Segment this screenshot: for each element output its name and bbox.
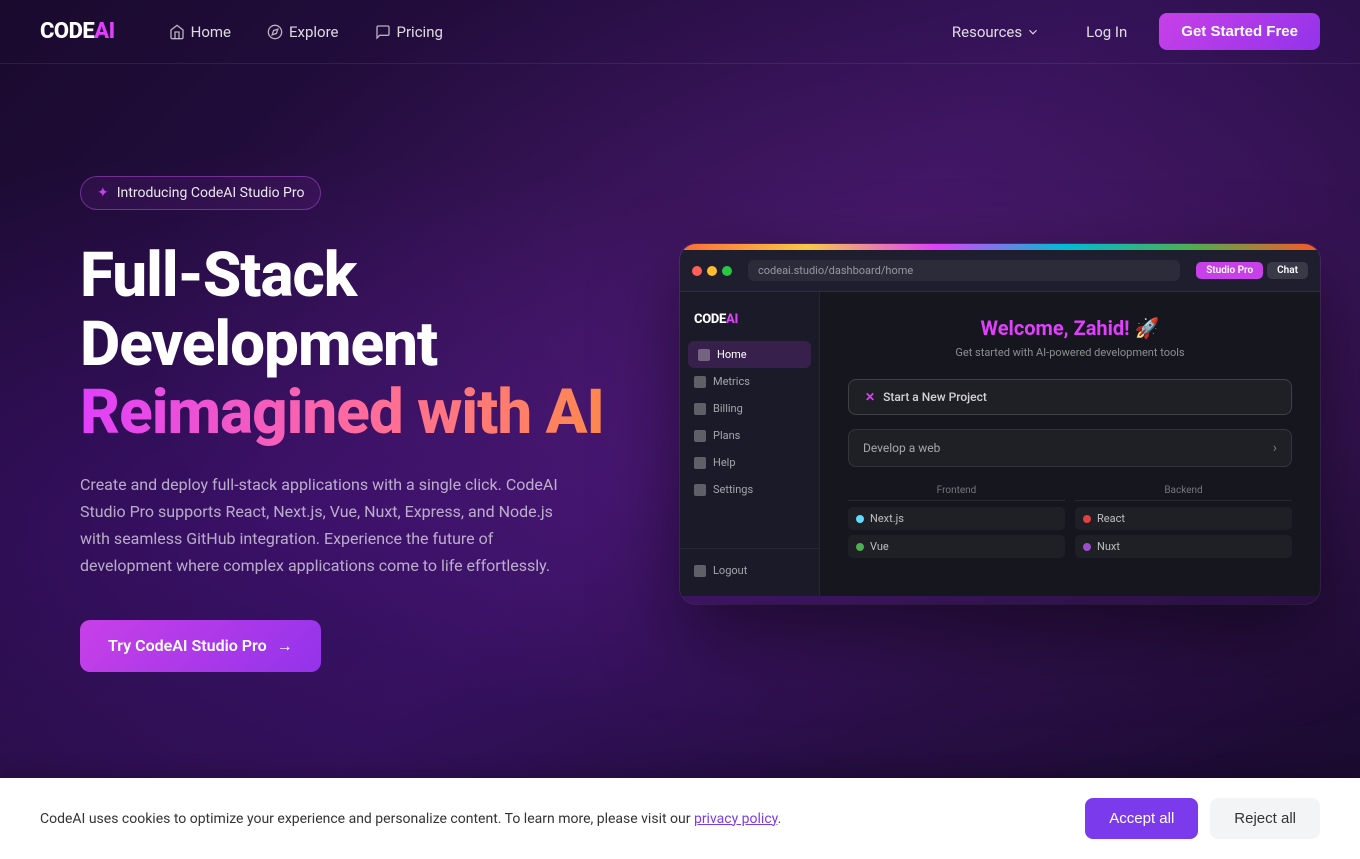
app-sidebar: CODEAI Home Metrics Billing <box>680 292 820 596</box>
arrow-icon: → <box>277 636 293 656</box>
url-bar: codeai.studio/dashboard/home <box>748 260 1180 281</box>
sidebar-plans-icon <box>694 430 706 442</box>
sidebar-bottom: Logout <box>680 548 819 584</box>
chat-badge: Chat <box>1267 262 1308 279</box>
nav-explore[interactable]: Explore <box>253 15 353 49</box>
nav-explore-label: Explore <box>289 23 339 41</box>
get-started-button[interactable]: Get Started Free <box>1159 13 1320 50</box>
username-text: Zahid! 🚀 <box>1074 316 1160 340</box>
badge-label: Introducing CodeAI Studio Pro <box>117 185 305 201</box>
try-btn-label: Try CodeAI Studio Pro <box>108 636 267 655</box>
frontend-stack: Frontend Next.js Vue <box>848 481 1065 563</box>
hero-title-line2: Development <box>80 311 640 379</box>
vue-dot <box>856 543 864 551</box>
compass-icon <box>267 24 283 40</box>
maximize-dot <box>722 266 732 276</box>
app-main: Welcome, Zahid! 🚀 Get started with AI-po… <box>820 292 1320 596</box>
resources-dropdown[interactable]: Resources <box>938 15 1054 49</box>
cookie-banner: CodeAI uses cookies to optimize your exp… <box>0 778 1360 859</box>
nav-links: Home Explore Pricing <box>155 15 938 49</box>
nav-pricing[interactable]: Pricing <box>361 15 457 49</box>
sidebar-metrics-icon <box>694 376 706 388</box>
stack-item-react: React <box>1075 507 1292 530</box>
backend-stack: Backend React Nuxt <box>1075 481 1292 563</box>
close-dot <box>692 266 702 276</box>
sidebar-settings-icon <box>694 484 706 496</box>
minimize-dot <box>707 266 717 276</box>
try-cta-button[interactable]: Try CodeAI Studio Pro → <box>80 620 321 672</box>
sidebar-logo: CODEAI <box>680 304 819 341</box>
project-input[interactable]: Develop a web › <box>848 429 1292 467</box>
cookie-buttons: Accept all Reject all <box>1085 798 1320 839</box>
welcome-heading: Welcome, Zahid! 🚀 <box>848 316 1292 340</box>
stack-section: Frontend Next.js Vue Backend <box>848 481 1292 563</box>
nextjs-label: Next.js <box>870 512 904 525</box>
studio-pro-badge: Studio Pro <box>1196 262 1263 279</box>
sidebar-home-icon <box>698 349 710 361</box>
backend-label: Backend <box>1075 481 1292 501</box>
react-label: React <box>1097 512 1125 525</box>
hero-title: Full-Stack Development Reimagined with A… <box>80 242 640 447</box>
app-body: CODEAI Home Metrics Billing <box>680 292 1320 596</box>
nextjs-dot <box>856 515 864 523</box>
chat-icon <box>375 24 391 40</box>
vue-label: Vue <box>870 540 889 553</box>
sidebar-item-home[interactable]: Home <box>688 341 811 368</box>
input-arrow-icon: › <box>1273 440 1277 456</box>
new-project-label: Start a New Project <box>883 390 987 404</box>
app-screenshot: codeai.studio/dashboard/home Studio Pro … <box>680 244 1320 604</box>
logo[interactable]: CODEAI <box>40 19 115 44</box>
sidebar-item-help[interactable]: Help <box>680 449 819 476</box>
intro-badge[interactable]: ✦ Introducing CodeAI Studio Pro <box>80 176 321 210</box>
hero-title-line1: Full-Stack <box>80 242 640 310</box>
nav-home[interactable]: Home <box>155 15 245 49</box>
stack-item-vue: Vue <box>848 535 1065 558</box>
hero-description: Create and deploy full-stack application… <box>80 471 560 580</box>
login-button[interactable]: Log In <box>1070 15 1143 49</box>
nav-home-label: Home <box>191 23 231 41</box>
react-dot <box>1083 515 1091 523</box>
sidebar-item-metrics[interactable]: Metrics <box>680 368 819 395</box>
resources-label: Resources <box>952 23 1022 41</box>
nav-right: Resources Log In Get Started Free <box>938 13 1320 50</box>
hero-section: ✦ Introducing CodeAI Studio Pro Full-Sta… <box>0 64 1360 764</box>
logo-text: CODEAI <box>40 19 115 44</box>
sidebar-item-logout[interactable]: Logout <box>680 557 819 584</box>
new-project-button[interactable]: ✕ Start a New Project <box>848 379 1292 415</box>
chevron-down-icon <box>1026 25 1040 39</box>
input-text: Develop a web <box>863 441 940 455</box>
browser-dots <box>692 266 732 276</box>
browser-bar: codeai.studio/dashboard/home Studio Pro … <box>680 250 1320 292</box>
login-label: Log In <box>1086 23 1127 41</box>
stack-item-nextjs: Next.js <box>848 507 1065 530</box>
frontend-label: Frontend <box>848 481 1065 501</box>
sidebar-item-settings[interactable]: Settings <box>680 476 819 503</box>
sidebar-billing-icon <box>694 403 706 415</box>
cookie-text: CodeAI uses cookies to optimize your exp… <box>40 811 1045 827</box>
navbar: CODEAI Home Explore Pricing Resources Lo… <box>0 0 1360 64</box>
sidebar-item-billing[interactable]: Billing <box>680 395 819 422</box>
privacy-policy-link[interactable]: privacy policy <box>694 811 778 827</box>
sparkle-icon: ✦ <box>97 185 109 201</box>
nuxt-label: Nuxt <box>1097 540 1120 553</box>
sidebar-logout-icon <box>694 565 706 577</box>
x-icon: ✕ <box>865 390 875 404</box>
accept-all-button[interactable]: Accept all <box>1085 798 1198 839</box>
welcome-subtext: Get started with AI-powered development … <box>848 346 1292 359</box>
hero-screenshot-area: codeai.studio/dashboard/home Studio Pro … <box>640 244 1320 604</box>
hero-content: ✦ Introducing CodeAI Studio Pro Full-Sta… <box>80 176 640 671</box>
reject-all-button[interactable]: Reject all <box>1210 798 1320 839</box>
nuxt-dot <box>1083 543 1091 551</box>
sidebar-help-icon <box>694 457 706 469</box>
home-icon <box>169 24 185 40</box>
browser-action-buttons: Studio Pro Chat <box>1196 262 1308 279</box>
sidebar-item-plans[interactable]: Plans <box>680 422 819 449</box>
hero-title-gradient: Reimagined with AI <box>80 379 640 447</box>
nav-pricing-label: Pricing <box>397 23 443 41</box>
stack-item-nuxt: Nuxt <box>1075 535 1292 558</box>
